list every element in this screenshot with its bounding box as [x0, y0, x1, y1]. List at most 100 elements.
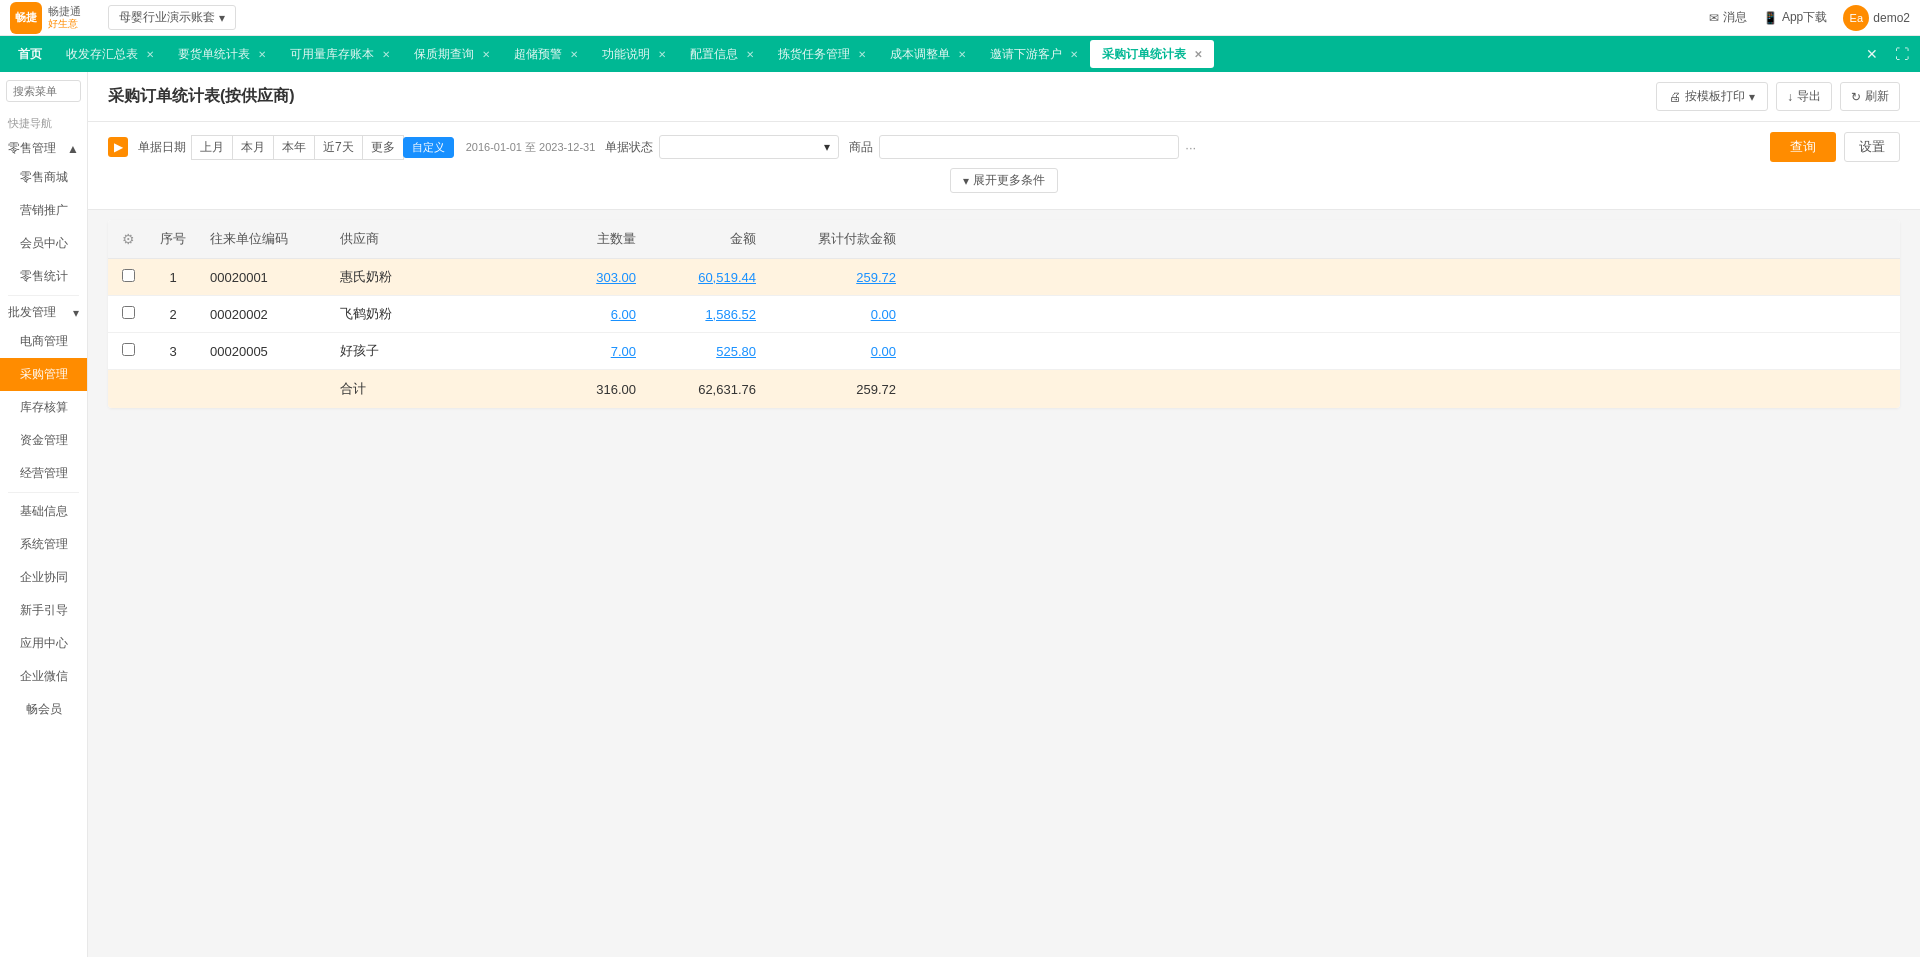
amount-link[interactable]: 60,519.44 — [698, 270, 756, 285]
tab-close-icon[interactable]: ✕ — [1070, 49, 1078, 60]
app-download-btn[interactable]: 📱 App下载 — [1763, 9, 1827, 26]
table-row[interactable]: 3 00020005 好孩子 7.00 525.80 0.00 — [108, 333, 1900, 370]
sidebar-item-member-vip[interactable]: 畅会员 — [0, 693, 87, 726]
tab-close-icon[interactable]: ✕ — [958, 49, 966, 60]
cell-checkbox[interactable] — [108, 333, 148, 370]
qty-link[interactable]: 7.00 — [611, 344, 636, 359]
filter-expand-row: ▾ 展开更多条件 — [108, 162, 1900, 199]
workspace-selector[interactable]: 母婴行业演示账套 ▾ — [108, 5, 236, 30]
sidebar-item-ecommerce[interactable]: 电商管理 — [0, 325, 87, 358]
tab-baozhi[interactable]: 保质期查询 ✕ — [402, 40, 502, 68]
tab-close-icon[interactable]: ✕ — [482, 49, 490, 60]
sidebar-item-label: 企业协同 — [20, 569, 68, 586]
table-row[interactable]: 1 00020001 惠氏奶粉 303.00 60,519.44 259.72 — [108, 259, 1900, 296]
tab-label: 要货单统计表 — [178, 46, 250, 63]
cell-amount: 60,519.44 — [648, 259, 768, 296]
tab-chengben[interactable]: 成本调整单 ✕ — [878, 40, 978, 68]
settings-button[interactable]: 设置 — [1844, 132, 1900, 162]
sidebar-item-enterprise[interactable]: 企业协同 — [0, 561, 87, 594]
date-btn-this-month[interactable]: 本月 — [232, 135, 274, 160]
tab-label: 超储预警 — [514, 46, 562, 63]
table-row[interactable]: 2 00020002 飞鹤奶粉 6.00 1,586.52 0.00 — [108, 296, 1900, 333]
export-button[interactable]: ↓ 导出 — [1776, 82, 1832, 111]
date-btn-7days[interactable]: 近7天 — [314, 135, 363, 160]
sidebar-item-system[interactable]: 系统管理 — [0, 528, 87, 561]
nav-maximize-btn[interactable]: ⛶ — [1890, 42, 1914, 66]
filter-collapse-button[interactable]: ▶ — [108, 137, 128, 157]
sidebar-item-marketing[interactable]: 营销推广 — [0, 194, 87, 227]
workspace-label: 母婴行业演示账套 — [119, 9, 215, 26]
print-button[interactable]: 🖨 按模板打印 ▾ — [1656, 82, 1768, 111]
date-btn-more[interactable]: 更多 — [362, 135, 404, 160]
tab-label: 邀请下游客户 — [990, 46, 1062, 63]
query-button[interactable]: 查询 — [1770, 132, 1836, 162]
sidebar-item-new-guide[interactable]: 新手引导 — [0, 594, 87, 627]
sidebar-item-inventory[interactable]: 库存核算 — [0, 391, 87, 424]
cell-checkbox[interactable] — [108, 296, 148, 333]
page-header: 采购订单统计表(按供应商) 🖨 按模板打印 ▾ ↓ 导出 ↻ 刷新 — [88, 72, 1920, 122]
tab-chaochu[interactable]: 超储预警 ✕ — [502, 40, 590, 68]
tab-close-icon[interactable]: ✕ — [658, 49, 666, 60]
date-btn-this-year[interactable]: 本年 — [273, 135, 315, 160]
tab-close-icon[interactable]: ✕ — [146, 49, 154, 60]
sidebar-item-retail-stats[interactable]: 零售统计 — [0, 260, 87, 293]
tab-close-icon[interactable]: ✕ — [746, 49, 754, 60]
amount-link[interactable]: 525.80 — [716, 344, 756, 359]
expand-more-button[interactable]: ▾ 展开更多条件 — [950, 168, 1058, 193]
sidebar-item-finance[interactable]: 资金管理 — [0, 424, 87, 457]
tab-yaohuo[interactable]: 要货单统计表 ✕ — [166, 40, 278, 68]
status-select[interactable]: ▾ — [659, 135, 839, 159]
goods-more-icon[interactable]: ··· — [1185, 140, 1196, 155]
date-btn-last-month[interactable]: 上月 — [191, 135, 233, 160]
tab-peizhi[interactable]: 配置信息 ✕ — [678, 40, 766, 68]
message-btn[interactable]: ✉ 消息 — [1709, 9, 1747, 26]
sidebar-item-ops[interactable]: 经营管理 — [0, 457, 87, 490]
date-btn-custom[interactable]: 自定义 — [403, 137, 454, 158]
qty-link[interactable]: 303.00 — [596, 270, 636, 285]
sidebar-item-app-center[interactable]: 应用中心 — [0, 627, 87, 660]
amount-link[interactable]: 1,586.52 — [705, 307, 756, 322]
tab-yaoqing[interactable]: 邀请下游客户 ✕ — [978, 40, 1090, 68]
paid-link[interactable]: 0.00 — [871, 344, 896, 359]
sidebar-item-member[interactable]: 会员中心 — [0, 227, 87, 260]
paid-link[interactable]: 259.72 — [856, 270, 896, 285]
nav-minimize-btn[interactable]: ✕ — [1860, 42, 1884, 66]
tab-gongneng[interactable]: 功能说明 ✕ — [590, 40, 678, 68]
footer-qty: 316.00 — [528, 370, 648, 409]
tab-caigou-active[interactable]: 采购订单统计表 ✕ — [1090, 40, 1214, 68]
cell-qty: 7.00 — [528, 333, 648, 370]
export-label: 导出 — [1797, 88, 1821, 105]
sidebar-item-basic-info[interactable]: 基础信息 — [0, 495, 87, 528]
tab-close-icon[interactable]: ✕ — [1194, 49, 1202, 60]
tab-close-icon[interactable]: ✕ — [570, 49, 578, 60]
sidebar-item-wholesale[interactable]: 批发管理 ▾ — [0, 298, 87, 325]
tab-keyongliang[interactable]: 可用量库存账本 ✕ — [278, 40, 402, 68]
user-area[interactable]: Ea demo2 — [1843, 5, 1910, 31]
tab-close-icon[interactable]: ✕ — [858, 49, 866, 60]
gear-icon[interactable]: ⚙ — [122, 231, 135, 247]
row-checkbox[interactable] — [122, 306, 135, 319]
tab-close-icon[interactable]: ✕ — [258, 49, 266, 60]
sidebar-item-retail-store[interactable]: 零售商城 — [0, 161, 87, 194]
refresh-button[interactable]: ↻ 刷新 — [1840, 82, 1900, 111]
divider — [8, 295, 79, 296]
sidebar-item-label: 会员中心 — [20, 235, 68, 252]
tab-shoufacun[interactable]: 收发存汇总表 ✕ — [54, 40, 166, 68]
tab-home[interactable]: 首页 — [6, 40, 54, 68]
sidebar-item-purchase[interactable]: 采购管理 — [0, 358, 87, 391]
filter-row-main: ▶ 单据日期 上月 本月 本年 近7天 更多 自定义 2016-01-01 至 … — [108, 132, 1900, 162]
goods-input[interactable] — [879, 135, 1179, 159]
tab-jianhuo[interactable]: 拣货任务管理 ✕ — [766, 40, 878, 68]
sidebar-item-enterprise-wechat[interactable]: 企业微信 — [0, 660, 87, 693]
paid-link[interactable]: 0.00 — [871, 307, 896, 322]
row-checkbox[interactable] — [122, 269, 135, 282]
cell-checkbox[interactable] — [108, 259, 148, 296]
tab-close-icon[interactable]: ✕ — [382, 49, 390, 60]
sidebar-item-retail-management[interactable]: 零售管理 ▲ — [0, 134, 87, 161]
search-input[interactable] — [6, 80, 81, 102]
qty-link[interactable]: 6.00 — [611, 307, 636, 322]
col-header-qty: 主数量 — [528, 220, 648, 259]
row-checkbox[interactable] — [122, 343, 135, 356]
tab-label: 采购订单统计表 — [1102, 46, 1186, 63]
footer-extra — [908, 370, 1900, 409]
